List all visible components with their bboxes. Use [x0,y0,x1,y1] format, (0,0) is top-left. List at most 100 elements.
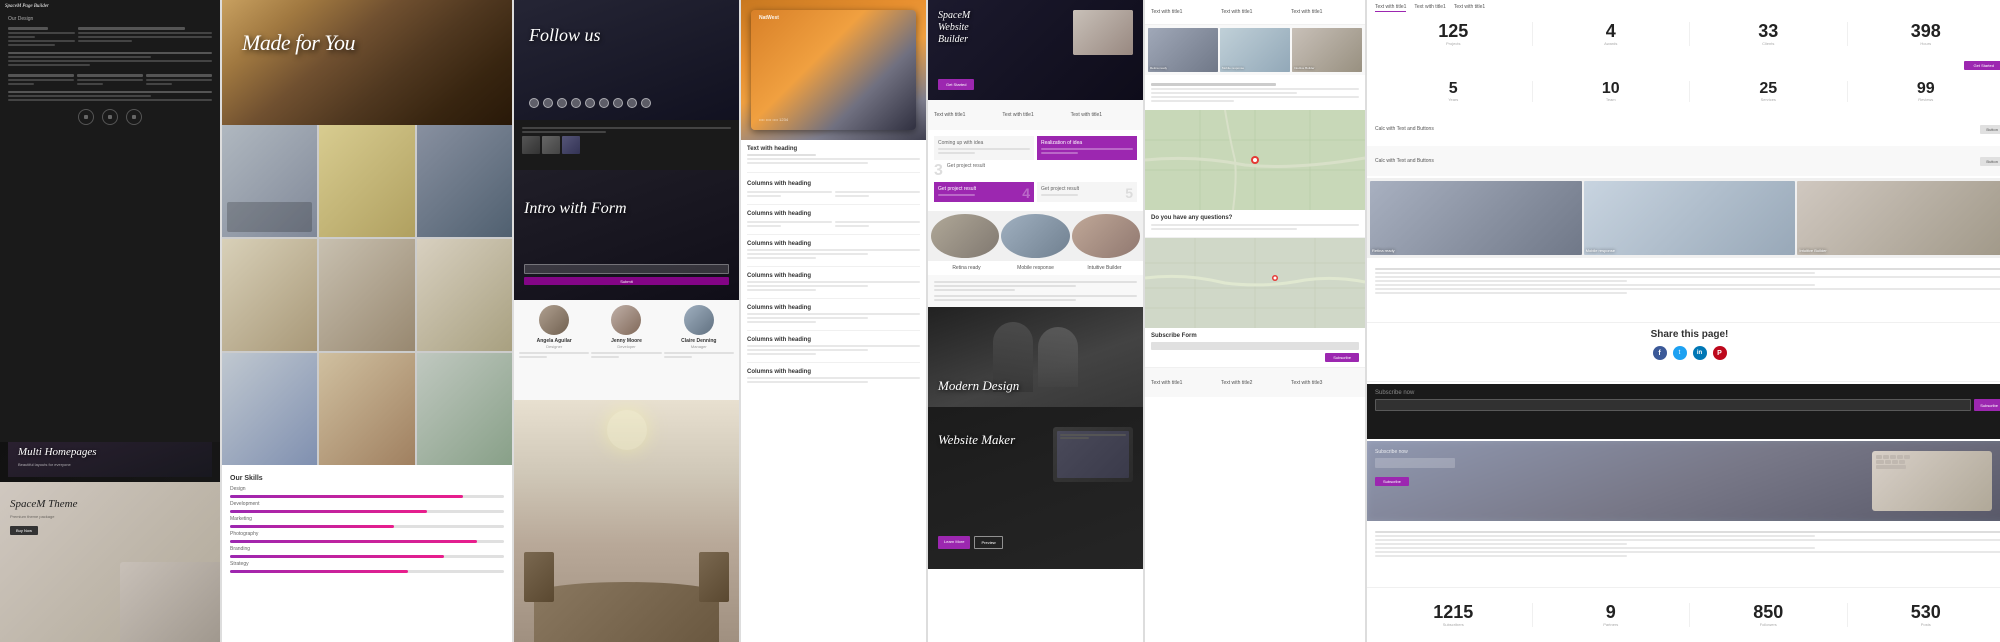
wb-logo-area: SpaceMWebsiteBuilder [938,10,970,46]
stat-398: 398 Hours [1848,22,2000,46]
social-icons-row [529,98,651,108]
social-icon-circle[interactable] [599,98,609,108]
spacem-theme-desc: Premium theme package [10,514,78,519]
team-photo-1 [931,214,999,258]
stats-section: Text with title1 Text with title1 Text w… [1367,0,2000,642]
key-row [1876,465,1988,469]
line [1375,535,1815,537]
thumb-label: Retina ready [1150,66,1167,70]
subscribe-button[interactable]: Subscribe [1325,353,1359,362]
photo-collage [222,125,512,465]
line [8,79,74,81]
step-label: Coming up with idea [938,140,1030,146]
line [78,32,212,34]
sub-input[interactable] [1375,399,1971,411]
wm-button-secondary[interactable]: Preview [974,536,1002,549]
wb-cta-button[interactable]: Get Started [938,79,974,90]
team-photo-3 [1072,214,1140,258]
tab-active[interactable]: Text with title1 [1375,4,1406,12]
stat-n: 25 [1690,81,1847,97]
step-1: Coming up with idea [934,136,1034,160]
share-title: Share this page! [1375,329,2000,340]
line [934,289,1015,291]
key [1890,455,1896,459]
overlay-input[interactable] [1375,458,1455,468]
made-for-you-label: Made for You [242,30,355,56]
social-icon-circle[interactable] [585,98,595,108]
line [835,191,920,193]
theme-button[interactable]: Buy Now [10,526,38,535]
pinterest-icon[interactable]: P [1713,346,1727,360]
line [1375,555,1627,557]
line [591,356,619,358]
subscribe-input[interactable] [1151,342,1359,350]
chairs-photo [514,400,739,642]
stat-25: 25 Services [1690,81,1848,102]
tab-2[interactable]: Text with title1 [1454,4,1485,12]
line [1151,100,1234,102]
col [747,219,832,229]
multi-subtitle: Beautiful layouts for everyone [18,462,97,467]
social-icon-circle[interactable] [571,98,581,108]
social-icon-circle[interactable] [627,98,637,108]
step-label: Get project result [938,186,1030,192]
social-icon-circle[interactable] [529,98,539,108]
line [934,295,1137,297]
skill-bar-bg [230,540,504,543]
made-for-you-text: Made for You [242,30,355,55]
collage-photo-3 [417,125,512,237]
skill-bar-fill [230,495,463,498]
preview-bg [1073,10,1133,55]
label-retina: Retina ready [934,265,999,271]
content-row-2: Columns with heading [747,181,920,205]
line [8,44,55,46]
skill-bar-bg [230,525,504,528]
social-icon-circle[interactable] [543,98,553,108]
wm-button-primary[interactable]: Learn More [938,536,970,549]
line [146,83,172,85]
content-heading: Columns with heading [747,181,920,187]
screen [1057,431,1129,478]
line [747,162,868,164]
form-submit[interactable]: Submit [524,277,729,285]
text-with-title-btn1: Calc with Text and Buttons [1375,126,1980,132]
linkedin-icon[interactable]: in [1693,346,1707,360]
stat-num-530: 530 [1848,603,2000,621]
avatar-1 [539,305,569,335]
social-icon-circle[interactable] [613,98,623,108]
content-row2 [8,72,212,87]
cta-btn[interactable]: Get Started [1964,61,2000,70]
cta-row: Get Started [1375,61,2000,70]
facebook-icon[interactable]: f [1653,346,1667,360]
stat-l: Reviews [1848,97,2000,102]
demo-btn2[interactable]: Button [1980,157,2000,166]
label-builder: Intuitive Builder [1072,265,1137,271]
table-shape [534,582,719,642]
line [747,313,920,315]
stat-num-33: 33 [1690,22,1847,40]
overlay-btn[interactable]: Subscribe [1375,477,1409,486]
demo-btn[interactable]: Button [1980,125,2000,134]
nav-bar: SpaceM Page Builder [0,0,220,12]
sub-btn[interactable]: Subscribe [1974,399,2000,411]
numbers-row-2: 5 Years 10 Team 25 Services 99 Reviews [1375,74,2000,108]
keyboard-mockup [1872,451,1992,511]
stat-125: 125 Projects [1375,22,1533,46]
step-3-row: 3 Get project result [934,163,1137,179]
social-icon-circle[interactable] [557,98,567,108]
form-input[interactable] [524,264,729,274]
text-col-2: Text with title1 [1002,112,1068,118]
line [938,194,975,196]
social-icon-circle[interactable] [641,98,651,108]
card-number: •••• •••• •••• 1234 [759,117,788,122]
line [8,99,212,101]
line [8,40,75,42]
subscribe-section: Subscribe Form Subscribe [1145,328,1365,367]
line [1041,152,1078,154]
step-label: Realization of idea [1041,140,1133,146]
line [8,56,151,58]
line [8,32,75,34]
tab-1[interactable]: Text with title1 [1414,4,1445,12]
line [835,195,869,197]
twitter-icon[interactable]: t [1673,346,1687,360]
